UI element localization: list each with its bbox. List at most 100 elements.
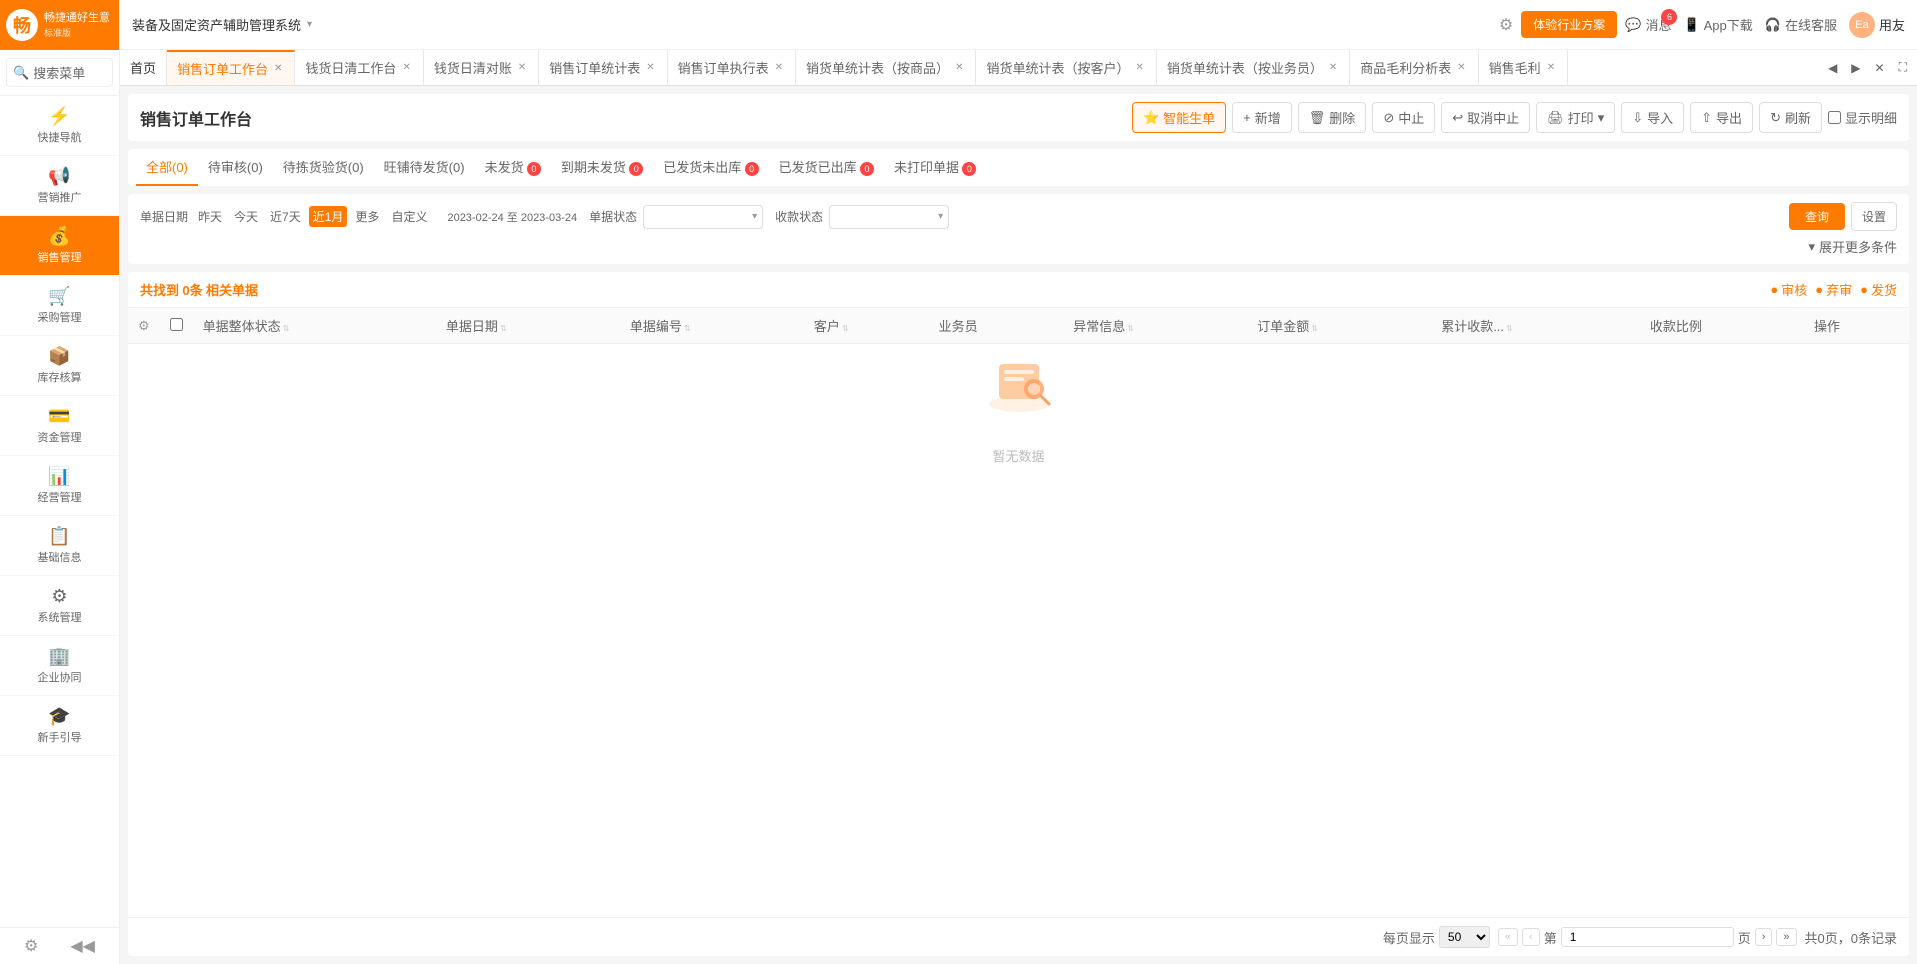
cancel-stop-button[interactable]: ↩ 取消中止: [1441, 102, 1530, 133]
tab-home[interactable]: 首页: [120, 50, 167, 86]
page-prev-button[interactable]: ‹: [1522, 928, 1540, 946]
subtab-expired-not-shipped[interactable]: 到期未发货 0: [551, 149, 653, 186]
set-button[interactable]: 设置: [1851, 202, 1897, 231]
sidebar-item-purchase[interactable]: 🛒 采购管理: [0, 276, 119, 336]
search-menu-button[interactable]: 🔍 搜索菜单: [6, 58, 113, 87]
import-button[interactable]: ⇩ 导入: [1621, 102, 1684, 133]
tab-nav-next-button[interactable]: ▶: [1845, 57, 1866, 79]
th-checkbox[interactable]: [160, 308, 193, 344]
sidebar-item-sales[interactable]: 💰 销售管理: [0, 216, 119, 276]
date-7days-button[interactable]: 近7天: [266, 206, 305, 227]
page-last-button[interactable]: »: [1776, 928, 1796, 946]
subtab-pending-inspect[interactable]: 待拣货验货(0): [273, 149, 374, 186]
industry-solution-button[interactable]: 体验行业方案: [1521, 11, 1617, 38]
status-select[interactable]: [643, 205, 763, 229]
logo-badge: 标准版: [44, 26, 110, 39]
payment-select[interactable]: [829, 205, 949, 229]
tab-close-icon[interactable]: ✕: [1545, 60, 1557, 75]
date-yesterday-button[interactable]: 昨天: [194, 206, 226, 227]
pagination-total: 共0页，0条记录: [1805, 928, 1897, 947]
subtab-wangpu-pending[interactable]: 旺铺待发货(0): [374, 149, 475, 186]
export-button[interactable]: ⇧ 导出: [1690, 102, 1753, 133]
review-button[interactable]: ● 审核: [1770, 280, 1807, 299]
sidebar-item-quick-nav[interactable]: ⚡ 快捷导航: [0, 96, 119, 156]
message-button[interactable]: 💬 消息 6: [1625, 15, 1671, 34]
sidebar-item-marketing[interactable]: 📢 营销推广: [0, 156, 119, 216]
smart-create-button[interactable]: ⭐ 智能生单: [1132, 102, 1226, 133]
sidebar-item-enterprise[interactable]: 🏢 企业协同: [0, 636, 119, 696]
subtab-pending-review[interactable]: 待审核(0): [198, 149, 273, 186]
sidebar-item-finance[interactable]: 💳 资金管理: [0, 396, 119, 456]
stop-button[interactable]: ⊘ 中止: [1372, 102, 1435, 133]
sidebar-collapse-button[interactable]: ◀◀: [70, 936, 95, 956]
date-more-button[interactable]: 更多: [351, 206, 383, 227]
sidebar-item-operation[interactable]: 📊 经营管理: [0, 456, 119, 516]
tab-sales-profit[interactable]: 销售毛利 ✕: [1479, 50, 1568, 86]
add-button[interactable]: + 新增: [1232, 102, 1292, 133]
subtab-not-shipped[interactable]: 未发货 0: [475, 149, 551, 186]
tab-close-icon[interactable]: ✕: [516, 60, 528, 75]
per-page-select[interactable]: 50 100: [1439, 926, 1490, 948]
page-first-button[interactable]: «: [1498, 928, 1518, 946]
refresh-button[interactable]: ↻ 刷新: [1759, 102, 1822, 133]
delete-button[interactable]: 🗑 删除: [1298, 102, 1367, 133]
tab-cash-reconcile[interactable]: 钱货日清对账 ✕: [424, 50, 539, 86]
subtab-not-printed[interactable]: 未打印单据 0: [884, 149, 986, 186]
pagination: 每页显示 50 100 « ‹ 第 页 › » 共0页，0条记录: [128, 917, 1909, 956]
sidebar-item-label: 企业协同: [38, 669, 82, 685]
show-detail-checkbox[interactable]: 显示明细: [1828, 108, 1897, 127]
tab-close-all-button[interactable]: ✕: [1869, 57, 1891, 79]
sidebar-item-system[interactable]: ⚙ 系统管理: [0, 576, 119, 636]
tab-sales-stat[interactable]: 销售订单统计表 ✕: [539, 50, 667, 86]
tab-sales-exec[interactable]: 销售订单执行表 ✕: [668, 50, 796, 86]
subtab-all[interactable]: 全部(0): [136, 149, 198, 186]
subtab-pending-review-label: 待审核(0): [208, 160, 263, 175]
cancel-review-button[interactable]: ● 弃审: [1815, 280, 1852, 299]
expand-button[interactable]: ▾ 展开更多条件: [1808, 237, 1897, 256]
date-today-button[interactable]: 今天: [230, 206, 262, 227]
tab-sales-product[interactable]: 销货单统计表（按商品） ✕: [796, 50, 976, 86]
tab-close-icon[interactable]: ✕: [1455, 60, 1467, 75]
date-custom-button[interactable]: 自定义: [387, 206, 431, 227]
tab-close-icon[interactable]: ✕: [644, 60, 656, 75]
sidebar-search-area: 🔍 搜索菜单: [0, 50, 119, 96]
tab-close-icon[interactable]: ✕: [1133, 60, 1145, 75]
sidebar-item-inventory[interactable]: 📦 库存核算: [0, 336, 119, 396]
topbar-settings-button[interactable]: ⚙: [1499, 15, 1513, 35]
app-download-button[interactable]: 📱 App下载: [1683, 15, 1752, 34]
tab-nav-prev-button[interactable]: ◀: [1822, 57, 1843, 79]
tab-cash-daily[interactable]: 钱货日清工作台 ✕: [295, 50, 423, 86]
sidebar-settings-button[interactable]: ⚙: [24, 936, 38, 956]
subtab-shipped-out[interactable]: 已发货已出库 0: [769, 149, 884, 186]
user-menu-button[interactable]: Ea 用友: [1849, 12, 1905, 38]
th-setting[interactable]: ⚙: [128, 308, 160, 344]
date-1month-button[interactable]: 近1月: [309, 206, 348, 227]
show-detail-input[interactable]: [1828, 111, 1841, 124]
tab-close-icon[interactable]: ✕: [1327, 60, 1339, 75]
query-button[interactable]: 查询: [1789, 203, 1845, 230]
print-button[interactable]: 🖨 打印 ▾: [1536, 102, 1615, 133]
sidebar-item-basic[interactable]: 📋 基础信息: [0, 516, 119, 576]
tab-sales-customer[interactable]: 销货单统计表（按客户） ✕: [976, 50, 1156, 86]
select-all-checkbox[interactable]: [170, 318, 183, 331]
online-service-button[interactable]: 🎧 在线客服: [1765, 15, 1837, 34]
tab-close-icon[interactable]: ✕: [272, 61, 284, 76]
page-next-button[interactable]: ›: [1755, 928, 1773, 946]
refresh-icon: ↻: [1770, 110, 1781, 126]
page-number-input[interactable]: [1561, 927, 1734, 947]
tab-sales-exec-label: 销售订单执行表: [678, 58, 769, 77]
tab-sales-workbench[interactable]: 销售订单工作台 ✕: [167, 50, 295, 86]
sidebar-item-guide[interactable]: 🎓 新手引导: [0, 696, 119, 756]
tab-sales-staff[interactable]: 销货单统计表（按业务员） ✕: [1157, 50, 1350, 86]
ship-button[interactable]: ● 发货: [1860, 280, 1897, 299]
tab-close-icon[interactable]: ✕: [400, 60, 412, 75]
tab-margin[interactable]: 商品毛利分析表 ✕: [1350, 50, 1478, 86]
tab-fullscreen-button[interactable]: ⛶: [1893, 56, 1913, 79]
quick-nav-icon: ⚡: [48, 106, 70, 127]
import-label: 导入: [1647, 108, 1673, 127]
sidebar-item-label: 系统管理: [38, 609, 82, 625]
tab-close-icon[interactable]: ✕: [953, 60, 965, 75]
tab-close-icon[interactable]: ✕: [773, 60, 785, 75]
subtab-shipped-not-out[interactable]: 已发货未出库 0: [653, 149, 768, 186]
delete-label: 删除: [1329, 108, 1355, 127]
